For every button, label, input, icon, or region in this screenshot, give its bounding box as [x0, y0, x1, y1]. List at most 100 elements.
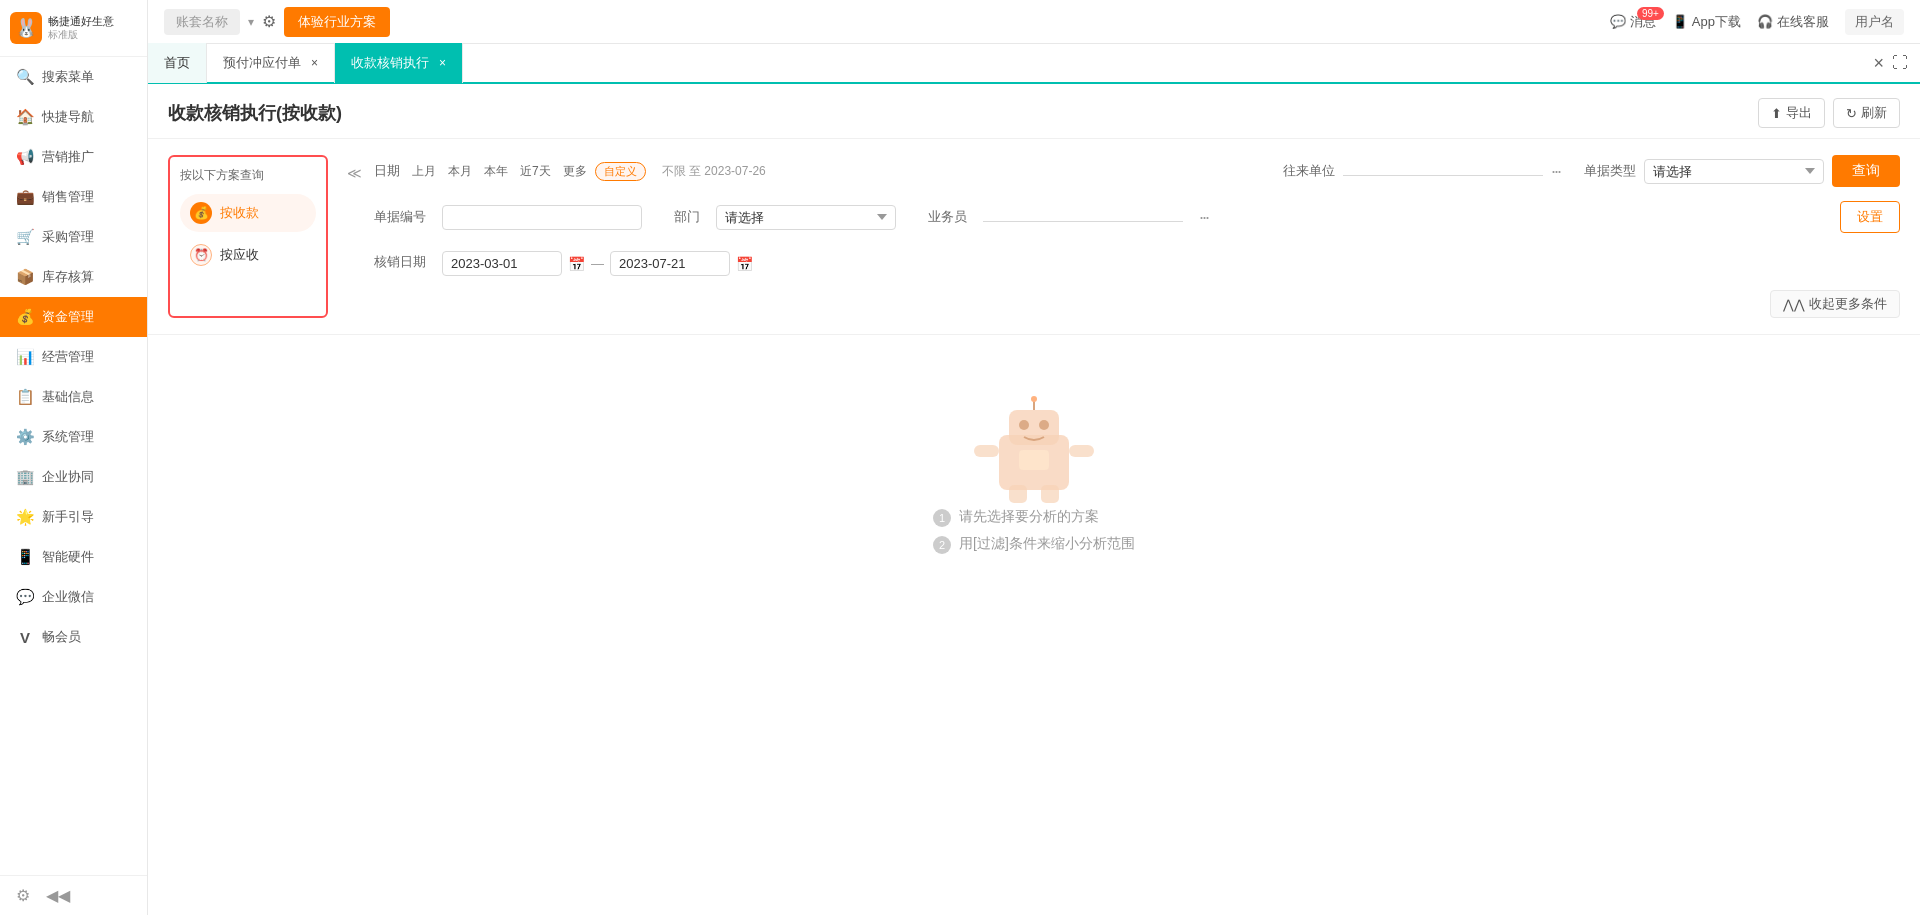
date-this-year[interactable]: 本年	[480, 161, 512, 182]
sidebar-item-basic-info[interactable]: 📋 基础信息	[0, 377, 147, 417]
filter-scheme-panel: 按以下方案查询 💰 按收款 ⏰ 按应收	[168, 155, 328, 318]
page-header: 收款核销执行(按收款) ⬆ 导出 ↻ 刷新	[148, 84, 1920, 139]
account-dropdown-icon[interactable]: ▾	[248, 15, 254, 29]
marketing-icon: 📢	[16, 148, 34, 166]
collapse-more-btn[interactable]: ⋀⋀ 收起更多条件	[1770, 290, 1900, 318]
logo-icon: 🐰	[10, 12, 42, 44]
date-last-month[interactable]: 上月	[408, 161, 440, 182]
topbar-gear-icon[interactable]: ⚙	[262, 12, 276, 31]
filter-row-1: 日期 上月 本月 本年 近7天 更多 自定义 不限	[374, 155, 1900, 187]
counterparty-input[interactable]	[1343, 167, 1543, 176]
msg-icon: 💬	[1610, 14, 1626, 29]
sidebar-item-inventory[interactable]: 📦 库存核算	[0, 257, 147, 297]
verify-date-start-input[interactable]	[442, 251, 562, 276]
filter-row-3: 核销日期 📅 — 📅	[374, 247, 1900, 276]
tab-receipts-label: 收款核销执行	[351, 54, 429, 72]
sidebar-item-hardware[interactable]: 📱 智能硬件	[0, 537, 147, 577]
tab-receipts-close-icon[interactable]: ×	[439, 56, 446, 70]
finance-icon: 💰	[16, 308, 34, 326]
receivable-icon: ⏰	[190, 244, 212, 266]
page-actions: ⬆ 导出 ↻ 刷新	[1758, 98, 1900, 128]
app-download-btn[interactable]: 📱 App下载	[1672, 13, 1741, 31]
tab-receipts[interactable]: 收款核销执行 ×	[335, 43, 463, 83]
date-custom[interactable]: 自定义	[595, 162, 646, 181]
staff-input[interactable]	[983, 213, 1183, 222]
verify-date-label: 核销日期	[374, 253, 426, 271]
basicinfo-icon: 📋	[16, 388, 34, 406]
svg-rect-8	[1009, 485, 1027, 503]
tabbar: 首页 预付冲应付单 × 收款核销执行 × × ⛶	[148, 44, 1920, 84]
tab-prepay-close-icon[interactable]: ×	[311, 56, 318, 70]
sidebar-item-tutorial[interactable]: 🌟 新手引导	[0, 497, 147, 537]
app-icon: 📱	[1672, 14, 1688, 29]
collab-icon: 🏢	[16, 468, 34, 486]
date-label: 日期	[374, 162, 400, 180]
filter-panel-title: 按以下方案查询	[180, 167, 316, 184]
filter-option-by-receipt[interactable]: 💰 按收款	[180, 194, 316, 232]
sidebar-label-operations: 经营管理	[42, 348, 94, 366]
date-range-sep: —	[591, 256, 604, 271]
sidebar-item-quicknav[interactable]: 🏠 快捷导航	[0, 97, 147, 137]
staff-more-icon[interactable]: ···	[1199, 207, 1208, 228]
empty-state: 1 请先选择要分析的方案 2 用[过滤]条件来缩小分析范围	[148, 335, 1920, 642]
filter-collapse-toggle[interactable]: ≪	[344, 155, 364, 318]
home-icon: 🏠	[16, 108, 34, 126]
tabbar-close-icon[interactable]: ×	[1873, 53, 1884, 74]
sidebar-label-quicknav: 快捷导航	[42, 108, 94, 126]
sidebar-item-wechat[interactable]: 💬 企业微信	[0, 577, 147, 617]
bill-type-select[interactable]: 请选择	[1644, 159, 1824, 184]
sidebar-item-finance[interactable]: 💰 资金管理	[0, 297, 147, 337]
bill-no-input[interactable]	[442, 205, 642, 230]
sidebar-item-system[interactable]: ⚙️ 系统管理	[0, 417, 147, 457]
export-icon: ⬆	[1771, 106, 1782, 121]
main-area: 账套名称 ▾ ⚙ 体验行业方案 💬 消息 99+ 📱 App下载 🎧 在线客服 …	[148, 0, 1920, 915]
sidebar-item-purchase[interactable]: 🛒 采购管理	[0, 217, 147, 257]
filter-area: 按以下方案查询 💰 按收款 ⏰ 按应收 ≪	[148, 139, 1920, 335]
sidebar-item-sales[interactable]: 💼 销售管理	[0, 177, 147, 217]
hardware-icon: 📱	[16, 548, 34, 566]
refresh-icon: ↻	[1846, 106, 1857, 121]
filter-option-receivable-label: 按应收	[220, 246, 259, 264]
system-icon: ⚙️	[16, 428, 34, 446]
sidebar-label-member: 畅会员	[42, 628, 81, 646]
sidebar-item-collab[interactable]: 🏢 企业协同	[0, 457, 147, 497]
sidebar-item-operations[interactable]: 📊 经营管理	[0, 337, 147, 377]
counterparty-more-icon[interactable]: ···	[1551, 161, 1560, 182]
topbar-left: 账套名称 ▾ ⚙ 体验行业方案	[164, 7, 390, 37]
empty-tip-2: 2 用[过滤]条件来缩小分析范围	[933, 535, 1135, 554]
query-btn[interactable]: 查询	[1832, 155, 1900, 187]
date-more[interactable]: 更多	[559, 161, 591, 182]
page-inner: 收款核销执行(按收款) ⬆ 导出 ↻ 刷新 按以下方案查询	[148, 84, 1920, 915]
settings-btn[interactable]: 设置	[1840, 201, 1900, 233]
dept-select[interactable]: 请选择	[716, 205, 896, 230]
sidebar-label-finance: 资金管理	[42, 308, 94, 326]
date-7days[interactable]: 近7天	[516, 161, 555, 182]
sidebar-item-member[interactable]: V 畅会员	[0, 617, 147, 657]
settings-gear-icon[interactable]: ⚙	[16, 886, 30, 905]
tab-prepay[interactable]: 预付冲应付单 ×	[207, 43, 335, 83]
verify-date-end-input[interactable]	[610, 251, 730, 276]
empty-illustration	[969, 395, 1099, 508]
filter-fields: 日期 上月 本月 本年 近7天 更多 自定义 不限	[374, 155, 1900, 318]
msg-btn[interactable]: 💬 消息 99+	[1610, 13, 1656, 31]
sidebar-label-marketing: 营销推广	[42, 148, 94, 166]
verify-date-start-cal-icon[interactable]: 📅	[568, 256, 585, 272]
tab-home[interactable]: 首页	[148, 43, 207, 83]
tabbar-expand-icon[interactable]: ⛶	[1892, 54, 1908, 72]
verify-date-end-cal-icon[interactable]: 📅	[736, 256, 753, 272]
tutorial-icon: 🌟	[16, 508, 34, 526]
sidebar-collapse-icon[interactable]: ◀◀	[46, 886, 70, 905]
sidebar-item-marketing[interactable]: 📢 营销推广	[0, 137, 147, 177]
date-this-month[interactable]: 本月	[444, 161, 476, 182]
filter-option-by-receivable[interactable]: ⏰ 按应收	[180, 236, 316, 274]
industry-btn[interactable]: 体验行业方案	[284, 7, 390, 37]
export-btn[interactable]: ⬆ 导出	[1758, 98, 1825, 128]
sidebar-footer: ⚙ ◀◀	[0, 875, 147, 915]
sidebar-label-system: 系统管理	[42, 428, 94, 446]
online-service-btn[interactable]: 🎧 在线客服	[1757, 13, 1829, 31]
refresh-btn[interactable]: ↻ 刷新	[1833, 98, 1900, 128]
sidebar-item-search[interactable]: 🔍 搜索菜单	[0, 57, 147, 97]
svg-rect-7	[1069, 445, 1094, 457]
user-menu[interactable]: 用户名	[1845, 9, 1904, 35]
date-filter: 日期 上月 本月 本年 近7天 更多 自定义	[374, 161, 646, 182]
